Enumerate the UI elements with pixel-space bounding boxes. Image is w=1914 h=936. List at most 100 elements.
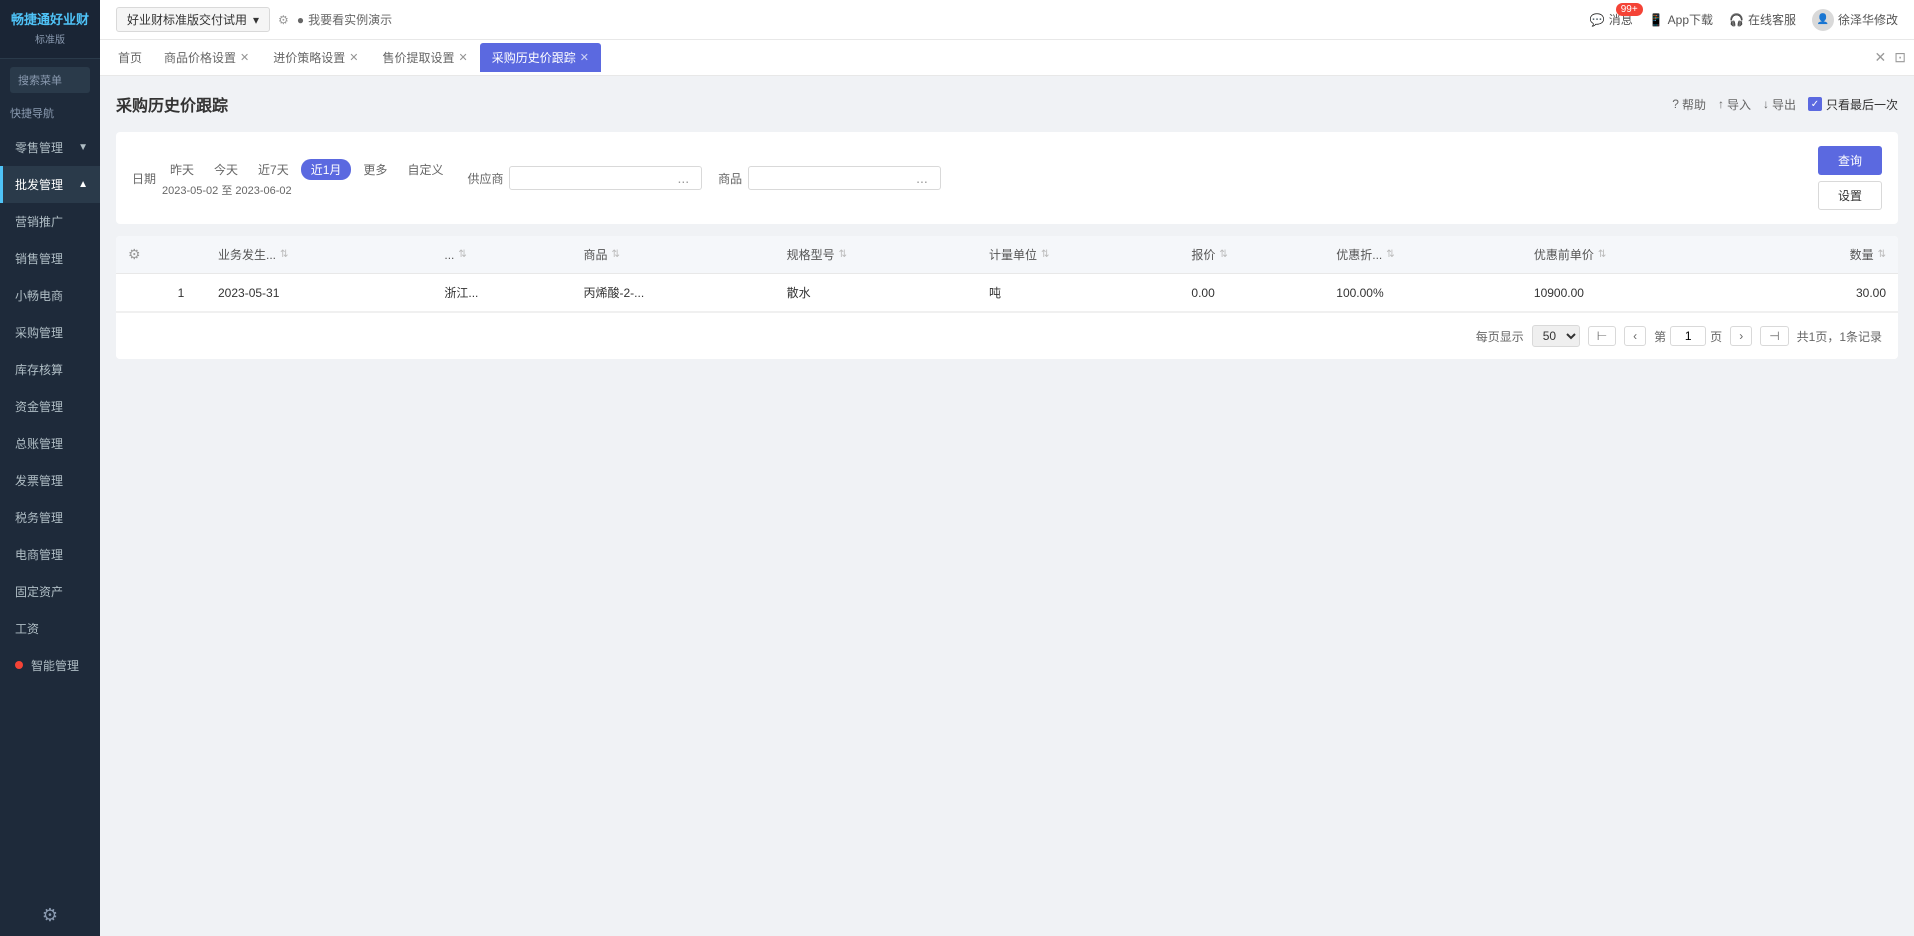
td-date: 2023-05-31	[206, 274, 432, 312]
close-icon[interactable]: ✕	[580, 51, 589, 64]
date-more[interactable]: 更多	[355, 159, 395, 180]
goods-input-container[interactable]: ...	[748, 166, 941, 190]
help-link[interactable]: ? 帮助	[1672, 96, 1706, 113]
date-label: 日期	[132, 170, 156, 187]
date-today[interactable]: 今天	[206, 159, 246, 180]
sort-icon-discount[interactable]: ⇅	[1386, 249, 1394, 260]
th-num	[156, 236, 206, 274]
sidebar-search-area[interactable]: 搜索菜单	[0, 59, 100, 101]
close-icon[interactable]: ✕	[349, 51, 358, 64]
export-link[interactable]: ↓ 导出	[1763, 96, 1796, 113]
page-header: 采购历史价跟踪 ? 帮助 ↑ 导入 ↓ 导出 ✓ 只	[116, 92, 1898, 116]
date-options: 昨天 今天 近7天 近1月 更多 自定义	[162, 159, 451, 180]
sort-icon-spec[interactable]: ⇅	[839, 249, 847, 260]
tab-purchase-history[interactable]: 采购历史价跟踪 ✕	[480, 43, 601, 72]
import-link[interactable]: ↑ 导入	[1718, 96, 1751, 113]
goods-input[interactable]	[757, 171, 912, 185]
page-input[interactable]	[1670, 326, 1706, 346]
sort-icon[interactable]: ⇅	[280, 249, 288, 260]
sort-icon-price[interactable]: ⇅	[1219, 249, 1227, 260]
th-date: 业务发生... ⇅	[206, 236, 432, 274]
headset-icon: 🎧	[1729, 13, 1744, 27]
sidebar-item-marketing[interactable]: 营销推广	[0, 203, 100, 240]
sidebar-item-finance[interactable]: 资金管理	[0, 388, 100, 425]
sort-icon-unit-price[interactable]: ⇅	[1598, 249, 1606, 260]
header-left: 好业财标准版交付试用 ▾ ⚙ ● 我要看实例演示	[116, 7, 392, 32]
page-size-select[interactable]: 50	[1532, 325, 1580, 347]
close-icon[interactable]: ✕	[459, 51, 468, 64]
table-header: ⚙ 业务发生... ⇅ ... ⇅	[116, 236, 1898, 274]
sort-icon-unit[interactable]: ⇅	[1041, 249, 1049, 260]
page-next-button[interactable]: ›	[1730, 326, 1752, 346]
supplier-label: 供应商	[467, 170, 503, 187]
product-selector[interactable]: 好业财标准版交付试用 ▾	[116, 7, 270, 32]
quick-nav-button[interactable]: 快捷导航	[10, 105, 90, 121]
page-content: 采购历史价跟踪 ? 帮助 ↑ 导入 ↓ 导出 ✓ 只	[100, 76, 1914, 936]
goods-filter: 商品 ...	[718, 166, 941, 190]
date-custom[interactable]: 自定义	[399, 159, 451, 180]
sidebar-item-retail[interactable]: 零售管理 ▼	[0, 129, 100, 166]
message-badge: 99+	[1616, 3, 1643, 16]
tab-sale-price[interactable]: 售价提取设置 ✕	[370, 43, 479, 72]
sidebar-item-ledger[interactable]: 总账管理	[0, 425, 100, 462]
sort-icon-goods[interactable]: ⇅	[612, 249, 620, 260]
user-info[interactable]: 👤 徐泽华修改	[1812, 9, 1898, 31]
product-name-label: 好业财标准版交付试用	[127, 11, 247, 28]
supplier-input-container[interactable]: ...	[509, 166, 702, 190]
sidebar-item-salary[interactable]: 工资	[0, 610, 100, 647]
sidebar-item-ecommerce-small[interactable]: 小畅电商	[0, 277, 100, 314]
tab-home[interactable]: 首页	[108, 43, 152, 72]
window-controls: ✕ ⊡	[1875, 49, 1906, 66]
supplier-more-icon[interactable]: ...	[673, 170, 693, 186]
tab-purchase-strategy[interactable]: 进价策略设置 ✕	[261, 43, 370, 72]
demo-link[interactable]: ● 我要看实例演示	[297, 11, 392, 28]
sidebar-item-purchase[interactable]: 采购管理	[0, 314, 100, 351]
query-button[interactable]: 查询	[1818, 146, 1882, 175]
only-last-checkbox-label[interactable]: ✓ 只看最后一次	[1808, 96, 1898, 113]
page-size-label: 每页显示	[1476, 328, 1524, 345]
sidebar-item-sales[interactable]: 销售管理	[0, 240, 100, 277]
date-1month[interactable]: 近1月	[301, 159, 352, 180]
play-circle-icon: ●	[297, 13, 304, 27]
settings-button[interactable]: 设置	[1818, 181, 1882, 210]
table-settings-icon[interactable]: ⚙	[128, 246, 141, 262]
th-date-label: 业务发生...	[218, 246, 276, 263]
th-price: 报价 ⇅	[1179, 236, 1324, 274]
sort-icon-more[interactable]: ⇅	[458, 249, 466, 260]
quick-nav-area[interactable]: 快捷导航	[0, 101, 100, 129]
th-discount: 优惠折... ⇅	[1324, 236, 1522, 274]
sidebar-item-ecommerce[interactable]: 电商管理	[0, 536, 100, 573]
chevron-up-icon: ▲	[78, 179, 88, 190]
date-7days[interactable]: 近7天	[250, 159, 297, 180]
sidebar-item-tax[interactable]: 税务管理	[0, 499, 100, 536]
settings-gear-icon[interactable]: ⚙	[278, 13, 289, 27]
td-discount: 100.00%	[1324, 274, 1522, 312]
page-first-button[interactable]: ⊢	[1588, 326, 1616, 346]
td-settings	[116, 274, 156, 312]
td-unit: 吨	[977, 274, 1179, 312]
th-more: ... ⇅	[432, 236, 571, 274]
sidebar-item-assets[interactable]: 固定资产	[0, 573, 100, 610]
tab-product-price[interactable]: 商品价格设置 ✕	[152, 43, 261, 72]
maximize-icon[interactable]: ⊡	[1894, 49, 1906, 66]
close-icon[interactable]: ✕	[240, 51, 249, 64]
settings-icon[interactable]: ⚙	[42, 905, 58, 926]
search-menu-button[interactable]: 搜索菜单	[10, 67, 90, 93]
page-prev-button[interactable]: ‹	[1624, 326, 1646, 346]
avatar: 👤	[1812, 9, 1834, 31]
app-download-button[interactable]: 📱 App下载	[1649, 11, 1713, 28]
date-filter: 日期 昨天 今天 近7天 近1月 更多 自定义 2023-05-02 至 202…	[132, 159, 451, 198]
goods-label: 商品	[718, 170, 742, 187]
minimize-icon[interactable]: ✕	[1875, 49, 1887, 66]
date-yesterday[interactable]: 昨天	[162, 159, 202, 180]
sidebar-item-invoice[interactable]: 发票管理	[0, 462, 100, 499]
supplier-input[interactable]	[518, 171, 673, 185]
page-last-button[interactable]: ⊣	[1760, 326, 1788, 346]
online-service-button[interactable]: 🎧 在线客服	[1729, 11, 1796, 28]
sidebar-item-ai[interactable]: 智能管理	[0, 647, 100, 684]
sidebar-item-wholesale[interactable]: 批发管理 ▲	[0, 166, 100, 203]
goods-more-icon[interactable]: ...	[912, 170, 932, 186]
messages-button[interactable]: 💬 消息 99+	[1590, 11, 1633, 28]
sort-icon-quantity[interactable]: ⇅	[1878, 249, 1886, 260]
sidebar-item-inventory[interactable]: 库存核算	[0, 351, 100, 388]
